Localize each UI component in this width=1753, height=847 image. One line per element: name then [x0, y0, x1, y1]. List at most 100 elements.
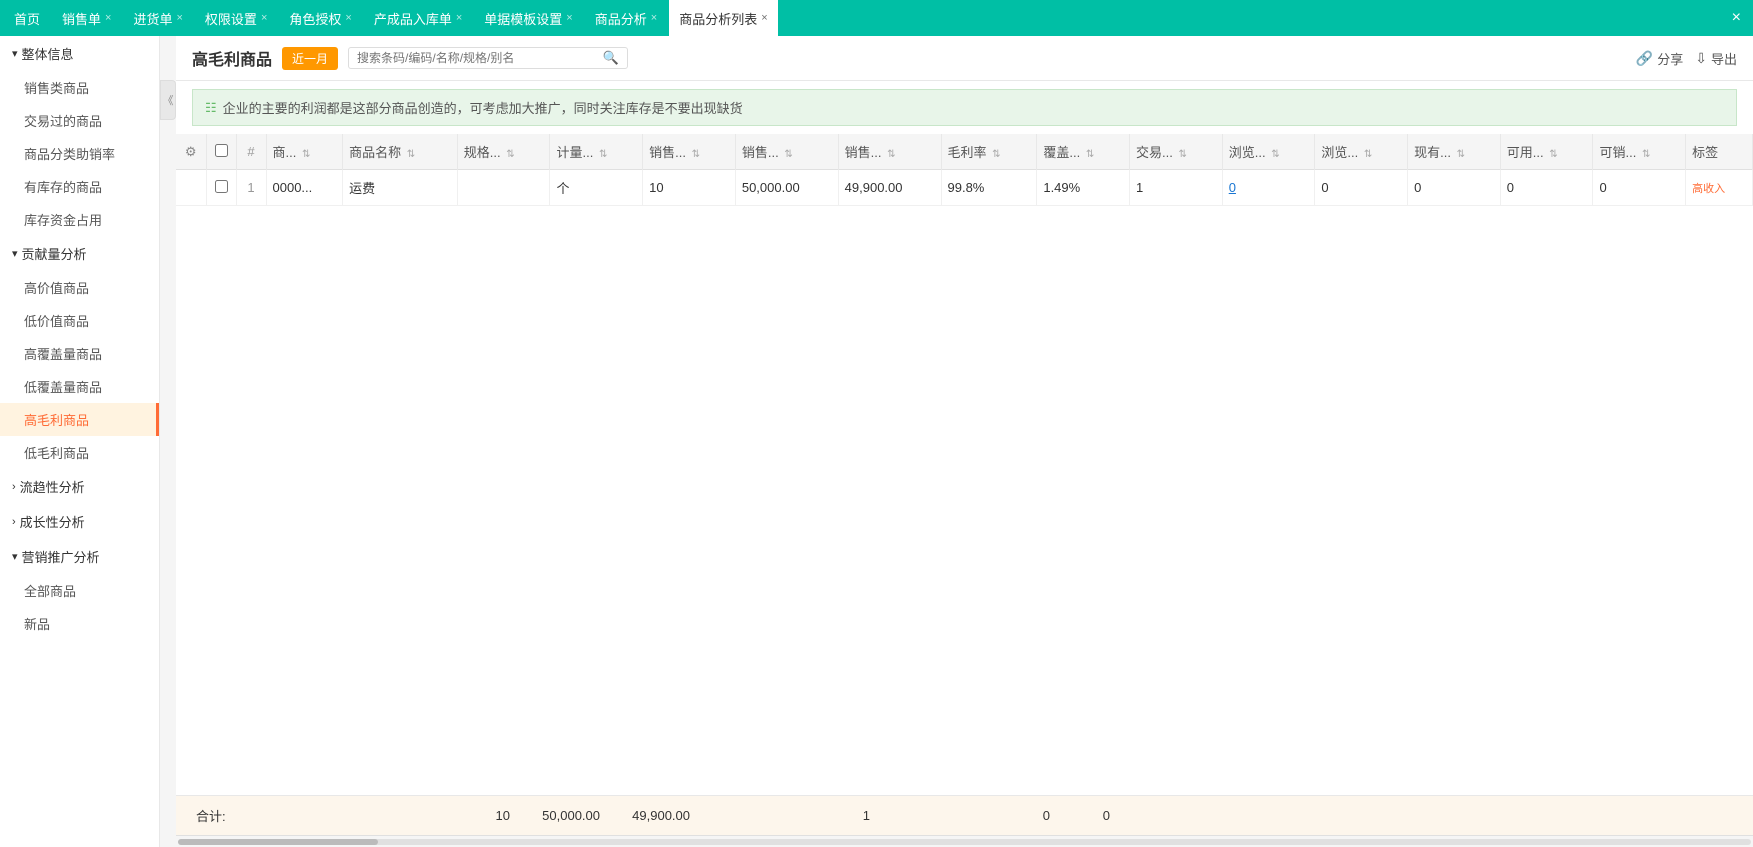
table-row: 1 0000... 运费 个 10 50,000.00 49,900.00 99…	[176, 170, 1753, 206]
sidebar-item-category-rate[interactable]: 商品分类助销率	[0, 137, 159, 170]
main-layout: ▾ 整体信息 销售类商品 交易过的商品 商品分类助销率 有库存的商品 库存资金占…	[0, 36, 1753, 847]
nav-tab-template[interactable]: 单据模板设置 ×	[474, 0, 582, 36]
close-icon[interactable]: ×	[261, 12, 267, 24]
sidebar-item-stock-capital[interactable]: 库存资金占用	[0, 203, 159, 236]
filter-period-button[interactable]: 近一月	[282, 47, 338, 70]
row-views1-cell[interactable]: 0	[1222, 170, 1315, 206]
close-all-button[interactable]: ×	[1724, 9, 1749, 27]
sidebar-group-overall[interactable]: ▾ 整体信息	[0, 36, 159, 71]
sort-icon: ⇅	[302, 149, 310, 160]
export-icon: ⇩	[1695, 50, 1707, 67]
chevron-down-icon: ▾	[12, 47, 18, 60]
sidebar-item-high-margin[interactable]: 高毛利商品	[0, 403, 159, 436]
sidebar-item-sales-goods[interactable]: 销售类商品	[0, 71, 159, 104]
table-container: ⚙ # 商... ⇅ 商品名称 ⇅	[176, 134, 1753, 795]
nav-tab-analysis-list[interactable]: 商品分析列表 ×	[669, 0, 777, 36]
close-icon[interactable]: ×	[761, 12, 767, 24]
sidebar-item-low-coverage[interactable]: 低覆盖量商品	[0, 370, 159, 403]
column-spec[interactable]: 规格... ⇅	[457, 134, 550, 170]
sidebar-item-high-value[interactable]: 高价值商品	[0, 271, 159, 304]
row-current-stock-cell: 0	[1408, 170, 1501, 206]
column-views1[interactable]: 浏览... ⇅	[1222, 134, 1315, 170]
sidebar-group-growth[interactable]: › 成长性分析	[0, 504, 159, 539]
sort-icon: ⇅	[1179, 149, 1187, 160]
row-coverage-cell: 1.49%	[1037, 170, 1130, 206]
sort-icon: ⇅	[1086, 149, 1094, 160]
chevron-down-icon: ▾	[12, 550, 18, 563]
sort-icon: ⇅	[887, 149, 895, 160]
sidebar-group-marketing[interactable]: ▾ 营销推广分析	[0, 539, 159, 574]
search-input[interactable]	[357, 51, 599, 65]
column-settings[interactable]: ⚙	[176, 134, 206, 170]
column-views2[interactable]: 浏览... ⇅	[1315, 134, 1408, 170]
sidebar-item-low-value[interactable]: 低价值商品	[0, 304, 159, 337]
close-icon[interactable]: ×	[105, 12, 111, 24]
sidebar-group-contribution[interactable]: ▾ 贡献量分析	[0, 236, 159, 271]
share-icon: 🔗	[1636, 50, 1653, 67]
column-sellable[interactable]: 可销... ⇅	[1593, 134, 1686, 170]
close-icon[interactable]: ×	[345, 12, 351, 24]
sidebar-item-traded-goods[interactable]: 交易过的商品	[0, 104, 159, 137]
column-code[interactable]: 商... ⇅	[266, 134, 343, 170]
row-spec-cell	[457, 170, 550, 206]
info-banner: ☷ 企业的主要的利润都是这部分商品创造的，可考虑加大推广，同时关注库存是不要出现…	[192, 89, 1737, 126]
sidebar: ▾ 整体信息 销售类商品 交易过的商品 商品分类助销率 有库存的商品 库存资金占…	[0, 36, 160, 847]
export-button[interactable]: ⇩ 导出	[1695, 49, 1737, 68]
row-num-cell: 1	[236, 170, 266, 206]
column-unit[interactable]: 计量... ⇅	[550, 134, 643, 170]
close-icon[interactable]: ×	[176, 12, 182, 24]
footer-current-stock: 0	[996, 808, 1056, 823]
scrollbar-thumb[interactable]	[178, 839, 378, 845]
nav-tab-purchase[interactable]: 进货单 ×	[123, 0, 192, 36]
row-sales-amount-cell: 50,000.00	[735, 170, 838, 206]
close-icon[interactable]: ×	[456, 12, 462, 24]
nav-tab-analysis[interactable]: 商品分析 ×	[585, 0, 667, 36]
select-all-checkbox[interactable]	[215, 144, 228, 157]
sidebar-collapse-button[interactable]: 《	[160, 80, 176, 120]
row-checkbox[interactable]	[215, 180, 228, 193]
row-settings-cell	[176, 170, 206, 206]
sidebar-item-in-stock[interactable]: 有库存的商品	[0, 170, 159, 203]
column-transactions[interactable]: 交易... ⇅	[1130, 134, 1223, 170]
info-icon: ☷	[205, 100, 217, 116]
sidebar-item-all-goods[interactable]: 全部商品	[0, 574, 159, 607]
nav-tab-permission[interactable]: 权限设置 ×	[195, 0, 277, 36]
column-sales-qty[interactable]: 销售... ⇅	[643, 134, 736, 170]
close-icon[interactable]: ×	[651, 12, 657, 24]
row-transactions-cell: 1	[1130, 170, 1223, 206]
chevron-left-icon: 《	[163, 92, 174, 108]
nav-tab-sales[interactable]: 销售单 ×	[52, 0, 121, 36]
footer-transactions: 1	[816, 808, 876, 823]
share-button[interactable]: 🔗 分享	[1636, 49, 1683, 68]
sort-icon: ⇅	[599, 149, 607, 160]
sidebar-group-trend[interactable]: › 流趋性分析	[0, 469, 159, 504]
column-sales-amount[interactable]: 销售... ⇅	[735, 134, 838, 170]
sort-icon: ⇅	[692, 149, 700, 160]
column-gross-margin[interactable]: 毛利率 ⇅	[941, 134, 1037, 170]
row-gross-margin-cell: 99.8%	[941, 170, 1037, 206]
sort-icon: ⇅	[1549, 149, 1557, 160]
row-sales-profit-cell: 49,900.00	[838, 170, 941, 206]
nav-tab-product-in[interactable]: 产成品入库单 ×	[364, 0, 472, 36]
bottom-scrollbar[interactable]	[176, 835, 1753, 847]
sidebar-item-low-margin[interactable]: 低毛利商品	[0, 436, 159, 469]
column-coverage[interactable]: 覆盖... ⇅	[1037, 134, 1130, 170]
column-name[interactable]: 商品名称 ⇅	[343, 134, 458, 170]
search-box: 🔍	[348, 47, 628, 69]
sort-icon: ⇅	[992, 149, 1000, 160]
nav-tab-home[interactable]: 首页	[4, 0, 50, 36]
close-icon[interactable]: ×	[566, 12, 572, 24]
column-sales-profit[interactable]: 销售... ⇅	[838, 134, 941, 170]
column-current-stock[interactable]: 现有... ⇅	[1408, 134, 1501, 170]
nav-tab-role[interactable]: 角色授权 ×	[279, 0, 361, 36]
footer-sales-profit: 49,900.00	[606, 808, 696, 823]
search-icon[interactable]: 🔍	[603, 50, 619, 66]
sort-icon: ⇅	[506, 149, 514, 160]
column-available[interactable]: 可用... ⇅	[1500, 134, 1593, 170]
page-title: 高毛利商品	[192, 46, 272, 70]
sidebar-item-new-goods[interactable]: 新品	[0, 607, 159, 640]
row-checkbox-cell	[206, 170, 236, 206]
sort-icon: ⇅	[1364, 149, 1372, 160]
column-number: #	[236, 134, 266, 170]
sidebar-item-high-coverage[interactable]: 高覆盖量商品	[0, 337, 159, 370]
